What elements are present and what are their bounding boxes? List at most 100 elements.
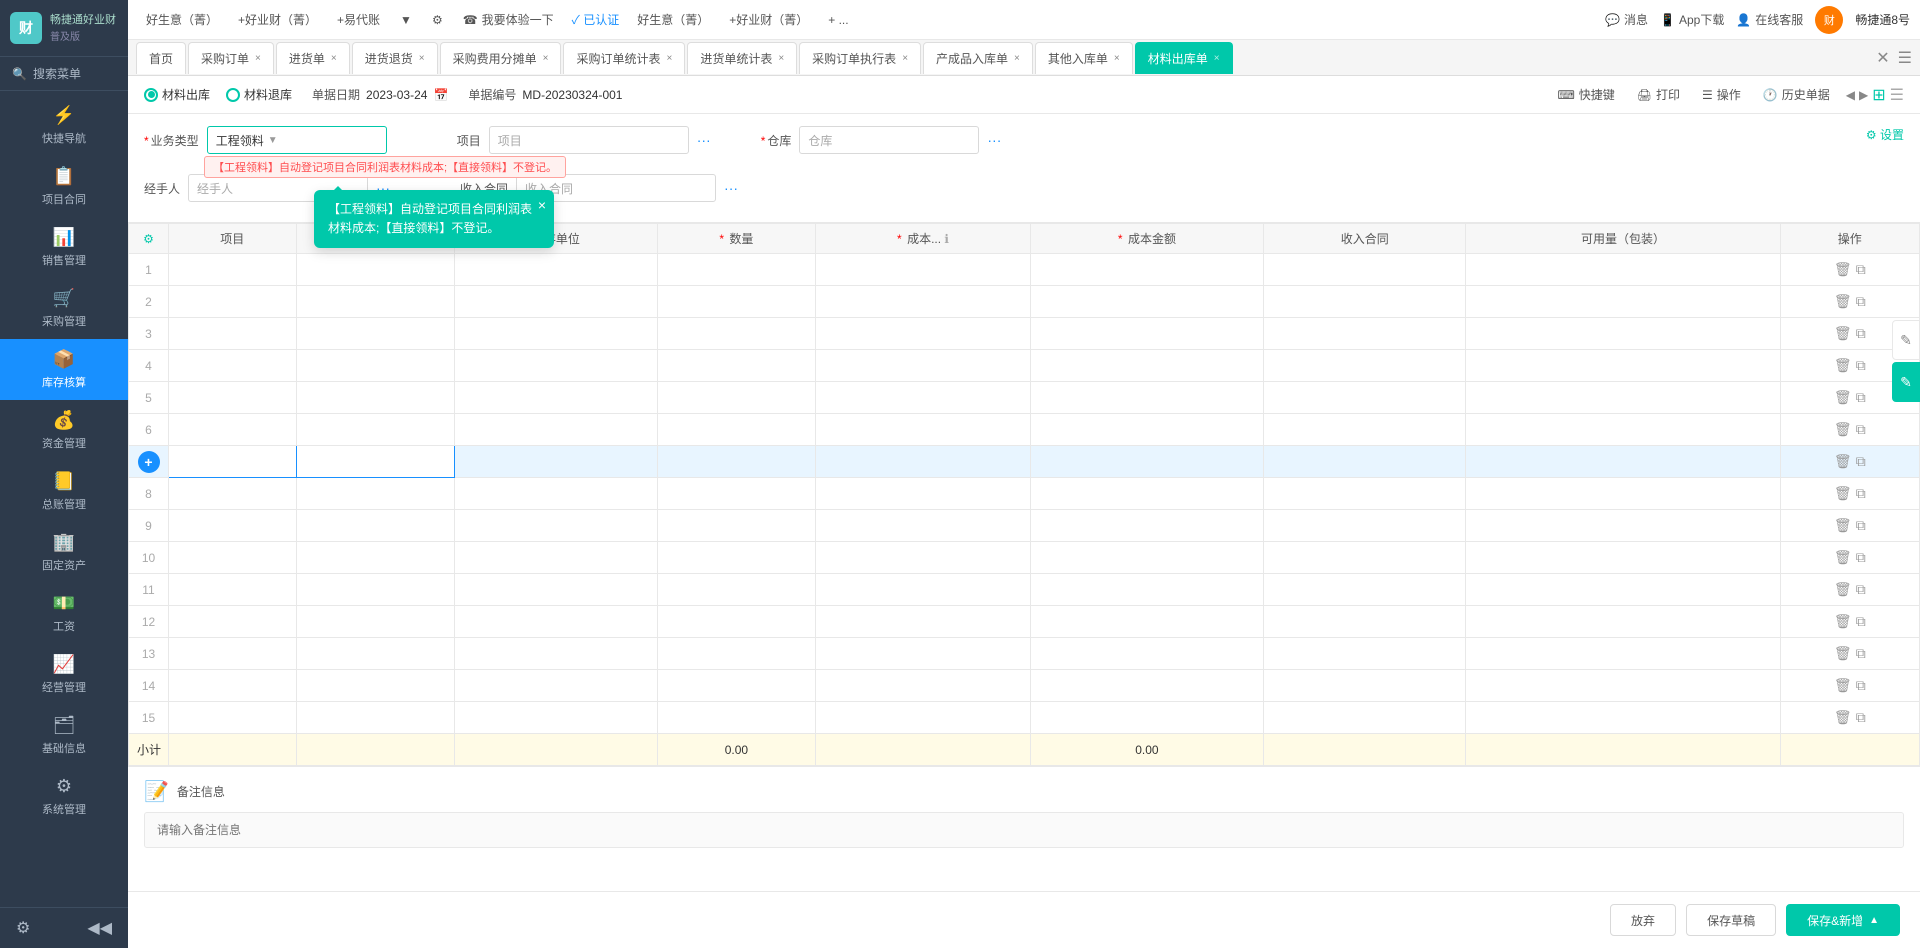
next-icon[interactable]: ▶ (1859, 88, 1868, 102)
tab-close-finished-goods[interactable]: × (1014, 53, 1020, 64)
delete-row-icon[interactable]: 🗑 (1834, 613, 1852, 630)
save-new-dropdown-icon[interactable]: ▲ (1869, 915, 1879, 926)
sidebar-item-baseinfo[interactable]: 🗂 基础信息 (0, 705, 128, 766)
copy-row-icon[interactable]: ⧉ (1856, 677, 1866, 694)
tab-incoming[interactable]: 进货单 × (276, 42, 350, 74)
topbar-experience[interactable]: ☎ 我要体验一下 (455, 7, 562, 32)
business-type-input[interactable]: 工程领料 ▼ (207, 126, 387, 154)
tab-return[interactable]: 进货退货 × (352, 42, 438, 74)
sidebar-item-system[interactable]: ⚙ 系统管理 (0, 766, 128, 827)
prev-icon[interactable]: ◀ (1846, 88, 1855, 102)
collapse-icon[interactable]: ◀◀ (87, 918, 112, 938)
tab-purchase-stat[interactable]: 采购订单统计表 × (563, 42, 685, 74)
add-row-btn[interactable]: + (138, 451, 160, 473)
tab-material-outbound[interactable]: 材料出库单 × (1135, 42, 1233, 74)
copy-row-icon[interactable]: ⧉ (1856, 613, 1866, 630)
sidebar-item-ledger[interactable]: 📒 总账管理 (0, 461, 128, 522)
table-settings-icon[interactable]: ⚙ (143, 232, 154, 246)
sidebar-item-quicknav[interactable]: ⚡ 快捷导航 (0, 95, 128, 156)
delete-row-icon[interactable]: 🗑 (1834, 485, 1852, 502)
sidebar-item-purchase[interactable]: 🛒 采购管理 (0, 278, 128, 339)
topbar-haoshengyi2[interactable]: 好生意（菁） (629, 7, 717, 32)
calendar-icon[interactable]: 📅 (433, 88, 448, 102)
tab-close-incoming[interactable]: × (331, 53, 337, 64)
tab-close-purchase-stat[interactable]: × (666, 53, 672, 64)
delete-row-icon[interactable]: 🗑 (1834, 677, 1852, 694)
cost-info-icon[interactable]: ℹ (944, 232, 949, 246)
sidebar-item-inventory[interactable]: 📦 库存核算 (0, 339, 128, 400)
sidebar-item-projects[interactable]: 📋 项目合同 (0, 156, 128, 217)
project-input[interactable]: 项目 (489, 126, 689, 154)
sidebar-item-payroll[interactable]: 💵 工资 (0, 583, 128, 644)
right-panel-active-btn[interactable]: ✎ (1892, 362, 1920, 402)
shortcut-key-btn[interactable]: ⌨ 快捷键 (1551, 84, 1620, 105)
copy-row-icon[interactable]: ⧉ (1856, 293, 1866, 310)
copy-row-icon[interactable]: ⧉ (1856, 581, 1866, 598)
topbar-settings-icon[interactable]: ⚙ (424, 9, 451, 31)
tab-close-material-outbound[interactable]: × (1214, 53, 1220, 64)
delete-row-icon[interactable]: 🗑 (1834, 357, 1852, 374)
topbar-yidaizhang[interactable]: +易代账 (329, 7, 388, 32)
tab-purchase-fee[interactable]: 采购费用分摊单 × (440, 42, 562, 74)
radio-outbound[interactable]: 材料出库 (144, 86, 210, 103)
tab-close-purchase-fee[interactable]: × (543, 53, 549, 64)
topbar-app-download[interactable]: 📱 App下载 (1660, 11, 1724, 28)
topbar-haoyecai2[interactable]: +好业财（菁） (721, 7, 816, 32)
delete-row-icon[interactable]: 🗑 (1834, 421, 1852, 438)
delete-row-icon[interactable]: 🗑 (1834, 549, 1852, 566)
topbar-more[interactable]: + ... (820, 9, 856, 31)
tab-close-incoming-stat[interactable]: × (778, 53, 784, 64)
right-panel-edit-btn[interactable]: ✎ (1892, 320, 1920, 360)
tab-purchase-order[interactable]: 采购订单 × (188, 42, 274, 74)
col-settings[interactable]: ⚙ (129, 224, 169, 254)
copy-row-icon[interactable]: ⧉ (1856, 389, 1866, 406)
topbar-haoyecai[interactable]: +好业财（菁） (230, 7, 325, 32)
copy-row-icon[interactable]: ⧉ (1856, 261, 1866, 278)
delete-row-icon[interactable]: 🗑 (1834, 453, 1852, 470)
tab-purchase-exec[interactable]: 采购订单执行表 × (799, 42, 921, 74)
copy-row-icon[interactable]: ⧉ (1856, 549, 1866, 566)
delete-row-icon[interactable]: 🗑 (1834, 517, 1852, 534)
tab-close-other-inbound[interactable]: × (1114, 53, 1120, 64)
copy-row-icon[interactable]: ⧉ (1856, 517, 1866, 534)
delete-row-icon[interactable]: 🗑 (1834, 261, 1852, 278)
delete-row-icon[interactable]: 🗑 (1834, 709, 1852, 726)
tooltip-close-btn[interactable]: × (538, 194, 546, 216)
sidebar-search[interactable]: 🔍 搜索菜单 (0, 57, 128, 91)
warehouse-dots[interactable]: ··· (987, 132, 1001, 148)
tab-close-return[interactable]: × (419, 53, 425, 64)
copy-row-icon[interactable]: ⧉ (1856, 453, 1866, 470)
tab-finished-goods[interactable]: 产成品入库单 × (923, 42, 1033, 74)
copy-row-icon[interactable]: ⧉ (1856, 645, 1866, 662)
discard-button[interactable]: 放弃 (1610, 904, 1676, 936)
topbar-haoshengyi[interactable]: 好生意（菁） (138, 7, 226, 32)
tab-list[interactable]: ☰ (1898, 48, 1912, 68)
tab-incoming-stat[interactable]: 进货单统计表 × (687, 42, 797, 74)
operation-btn[interactable]: ☰ 操作 (1696, 84, 1747, 105)
topbar-message[interactable]: 💬 消息 (1605, 11, 1648, 28)
tab-close-all[interactable]: ✕ (1876, 48, 1889, 68)
warehouse-input[interactable]: 仓库 (799, 126, 979, 154)
copy-row-icon[interactable]: ⧉ (1856, 421, 1866, 438)
sidebar-item-finance[interactable]: 💰 资金管理 (0, 400, 128, 461)
notes-input[interactable] (144, 812, 1904, 848)
sidebar-item-sales[interactable]: 📊 销售管理 (0, 217, 128, 278)
income-contract-dots[interactable]: ··· (724, 180, 738, 196)
delete-row-icon[interactable]: 🗑 (1834, 581, 1852, 598)
tab-close-purchase-order[interactable]: × (255, 53, 261, 64)
grid-view-btn[interactable]: ⊞ (1872, 85, 1885, 105)
history-btn[interactable]: 🕐 历史单据 (1757, 84, 1836, 105)
tab-home[interactable]: 首页 (136, 42, 186, 74)
delete-row-icon[interactable]: 🗑 (1834, 645, 1852, 662)
project-dots[interactable]: ··· (697, 132, 711, 148)
save-draft-button[interactable]: 保存草稿 (1686, 904, 1776, 936)
settings-icon[interactable]: ⚙ (16, 918, 30, 938)
topbar-online-service[interactable]: 👤 在线客服 (1736, 11, 1803, 28)
delete-row-icon[interactable]: 🗑 (1834, 389, 1852, 406)
save-new-button[interactable]: 保存&新增 ▲ (1786, 904, 1900, 936)
print-btn[interactable]: 🖨 打印 (1631, 84, 1686, 105)
copy-row-icon[interactable]: ⧉ (1856, 485, 1866, 502)
delete-row-icon[interactable]: 🗑 (1834, 293, 1852, 310)
delete-row-icon[interactable]: 🗑 (1834, 325, 1852, 342)
settings-btn[interactable]: ⚙ 设置 (1866, 126, 1904, 143)
